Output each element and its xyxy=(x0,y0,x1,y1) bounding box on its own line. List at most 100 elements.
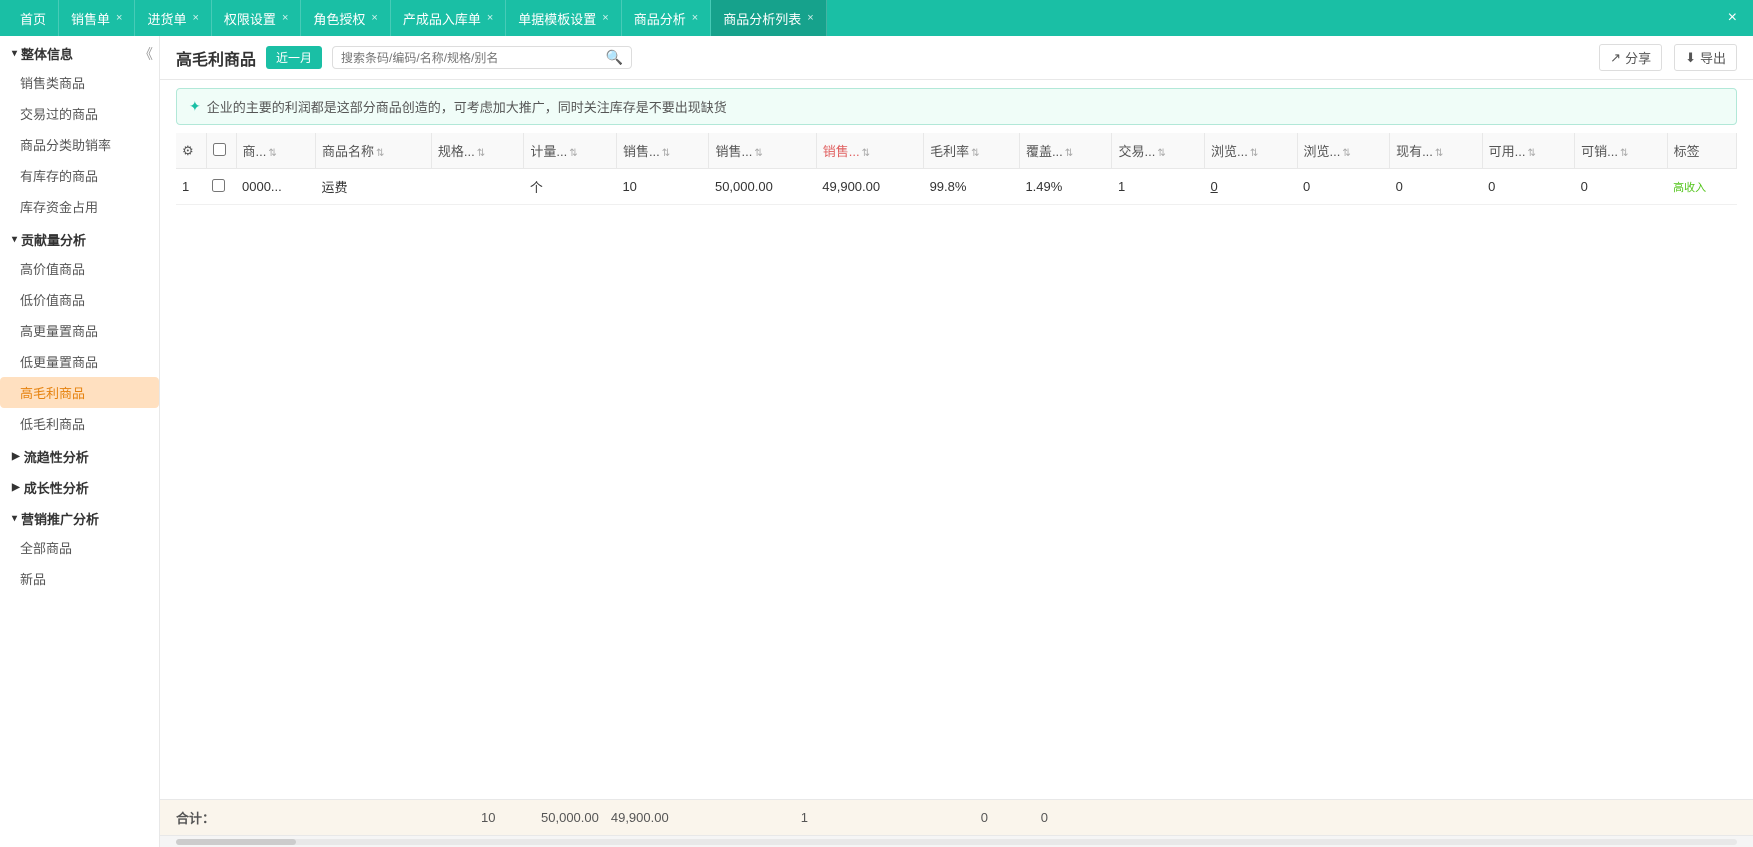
scrollbar-track[interactable] xyxy=(176,839,1737,845)
sort-stock-icon: ⇅ xyxy=(1435,148,1443,159)
row-checkbox[interactable] xyxy=(212,179,225,192)
cell-current-stock: 0 xyxy=(1390,169,1483,205)
footer-sales-amount: 50,000.00 xyxy=(535,810,605,825)
th-browse2[interactable]: 浏览...⇅ xyxy=(1297,133,1390,169)
sidebar-item-low-freq[interactable]: 低更量置商品 xyxy=(0,346,159,377)
select-all-checkbox[interactable] xyxy=(213,143,226,156)
cell-gross-rate: 99.8% xyxy=(924,169,1020,205)
cell-name: 运费 xyxy=(316,169,432,205)
nav-tab-sales[interactable]: 销售单 × xyxy=(59,0,135,36)
cell-unit: 个 xyxy=(524,169,617,205)
th-gross-rate[interactable]: 毛利率⇅ xyxy=(924,133,1020,169)
cell-checkbox[interactable] xyxy=(206,169,236,205)
th-sales-profit[interactable]: 销售...⇅ xyxy=(816,133,923,169)
sidebar-item-low-value[interactable]: 低价值商品 xyxy=(0,284,159,315)
search-box: 🔍 xyxy=(332,46,632,69)
nav-tab-home[interactable]: 首页 xyxy=(8,0,59,36)
header-actions: ↗ 分享 ⬇ 导出 xyxy=(1599,44,1737,71)
sidebar-item-high-value[interactable]: 高价值商品 xyxy=(0,253,159,284)
arrow-growth: ▶ xyxy=(12,482,20,493)
th-sales-amount[interactable]: 销售...⇅ xyxy=(709,133,816,169)
th-tag[interactable]: 标签 xyxy=(1667,133,1736,169)
cell-browse1[interactable]: 0 xyxy=(1205,169,1298,205)
footer-current-stock: 0 xyxy=(975,810,1035,825)
th-unit[interactable]: 计量...⇅ xyxy=(524,133,617,169)
cell-sales-amount: 50,000.00 xyxy=(709,169,816,205)
close-product-inbound-tab[interactable]: × xyxy=(487,12,493,24)
close-analysis-tab[interactable]: × xyxy=(692,12,698,24)
sidebar-item-high-freq[interactable]: 高更量置商品 xyxy=(0,315,159,346)
sidebar-item-new-goods[interactable]: 新品 xyxy=(0,563,159,594)
sidebar-collapse-btn[interactable]: 《 xyxy=(139,44,153,64)
sidebar-item-high-margin[interactable]: 高毛利商品 xyxy=(0,377,159,408)
table-header-row: ⚙ 商...⇅ 商品名称⇅ 规格...⇅ 计量...⇅ 销售...⇅ 销售...… xyxy=(176,133,1737,169)
arrow-overall: ▾ xyxy=(12,48,17,59)
horizontal-scrollbar[interactable] xyxy=(160,835,1753,847)
table-footer: 合计： 10 50,000.00 49,900.00 1 0 0 xyxy=(160,799,1753,835)
sidebar-group-marketing[interactable]: ▾ 营销推广分析 xyxy=(0,501,159,532)
nav-tab-template[interactable]: 单据模板设置 × xyxy=(506,0,621,36)
cell-saleable: 0 xyxy=(1575,169,1668,205)
cell-available: 0 xyxy=(1482,169,1575,205)
sort-gross-icon: ⇅ xyxy=(971,148,979,159)
content-area: 高毛利商品 近一月 🔍 ↗ 分享 ⬇ 导出 ✦ 企业的主要的利润都是这部分商品创… xyxy=(160,36,1753,847)
sidebar-item-sales-goods[interactable]: 销售类商品 xyxy=(0,67,159,98)
sidebar-group-growth[interactable]: ▶ 成长性分析 xyxy=(0,470,159,501)
th-trade[interactable]: 交易...⇅ xyxy=(1112,133,1205,169)
th-available[interactable]: 可用...⇅ xyxy=(1482,133,1575,169)
nav-tab-role[interactable]: 角色授权 × xyxy=(301,0,390,36)
th-settings[interactable]: ⚙ xyxy=(176,133,206,169)
close-all-tabs[interactable]: × xyxy=(1720,9,1745,27)
nav-tab-purchase[interactable]: 进货单 × xyxy=(135,0,211,36)
sidebar-group-flow[interactable]: ▶ 流趋性分析 xyxy=(0,439,159,470)
export-btn[interactable]: ⬇ 导出 xyxy=(1674,44,1737,71)
browse1-link[interactable]: 0 xyxy=(1211,179,1218,194)
share-btn[interactable]: ↗ 分享 xyxy=(1599,44,1662,71)
th-spec[interactable]: 规格...⇅ xyxy=(431,133,524,169)
sidebar-item-all-goods[interactable]: 全部商品 xyxy=(0,532,159,563)
nav-tab-analysis[interactable]: 商品分析 × xyxy=(622,0,711,36)
scrollbar-thumb[interactable] xyxy=(176,839,296,845)
sidebar-item-stock-capital[interactable]: 库存资金占用 xyxy=(0,191,159,222)
close-template-tab[interactable]: × xyxy=(602,12,608,24)
nav-tab-product-inbound[interactable]: 产成品入库单 × xyxy=(391,0,506,36)
filter-recent-month-btn[interactable]: 近一月 xyxy=(266,46,322,69)
sidebar-group-contribution[interactable]: ▾ 贡献量分析 xyxy=(0,222,159,253)
sort-available-icon: ⇅ xyxy=(1527,148,1535,159)
sidebar-item-low-margin[interactable]: 低毛利商品 xyxy=(0,408,159,439)
sort-browse2-icon: ⇅ xyxy=(1342,148,1350,159)
th-cover[interactable]: 覆盖...⇅ xyxy=(1019,133,1112,169)
nav-tab-permission[interactable]: 权限设置 × xyxy=(212,0,301,36)
sort-saleable-icon: ⇅ xyxy=(1620,148,1628,159)
th-saleable[interactable]: 可销...⇅ xyxy=(1575,133,1668,169)
th-name[interactable]: 商品名称⇅ xyxy=(316,133,432,169)
cell-trade: 1 xyxy=(1112,169,1205,205)
sort-browse1-icon: ⇅ xyxy=(1250,148,1258,159)
cell-num: 1 xyxy=(176,169,206,205)
th-checkbox[interactable] xyxy=(206,133,236,169)
search-icon[interactable]: 🔍 xyxy=(606,49,623,66)
sidebar-item-instock-goods[interactable]: 有库存的商品 xyxy=(0,160,159,191)
sidebar-item-category-rate[interactable]: 商品分类助销率 xyxy=(0,129,159,160)
sidebar-item-traded-goods[interactable]: 交易过的商品 xyxy=(0,98,159,129)
table-row: 1 0000... 运费 个 10 50,000.00 49,900.00 99… xyxy=(176,169,1737,205)
search-input[interactable] xyxy=(341,51,606,65)
th-current-stock[interactable]: 现有...⇅ xyxy=(1390,133,1483,169)
th-sales-qty[interactable]: 销售...⇅ xyxy=(616,133,709,169)
close-purchase-tab[interactable]: × xyxy=(192,12,198,24)
cell-code: 0000... xyxy=(236,169,316,205)
close-sales-tab[interactable]: × xyxy=(116,12,122,24)
cell-spec xyxy=(431,169,524,205)
sort-spec-icon: ⇅ xyxy=(477,148,485,159)
info-banner: ✦ 企业的主要的利润都是这部分商品创造的，可考虑加大推广，同时关注库存是不要出现… xyxy=(176,88,1737,125)
close-permission-tab[interactable]: × xyxy=(282,12,288,24)
arrow-contribution: ▾ xyxy=(12,234,17,245)
sort-sales-amount-icon: ⇅ xyxy=(754,148,762,159)
th-code[interactable]: 商...⇅ xyxy=(236,133,316,169)
sidebar-group-overall[interactable]: ▾ 整体信息 xyxy=(0,36,159,67)
close-analysis-list-tab[interactable]: × xyxy=(807,12,813,24)
sort-trade-icon: ⇅ xyxy=(1157,148,1165,159)
th-browse1[interactable]: 浏览...⇅ xyxy=(1205,133,1298,169)
close-role-tab[interactable]: × xyxy=(371,12,377,24)
nav-tab-analysis-list[interactable]: 商品分析列表 × xyxy=(711,0,826,36)
